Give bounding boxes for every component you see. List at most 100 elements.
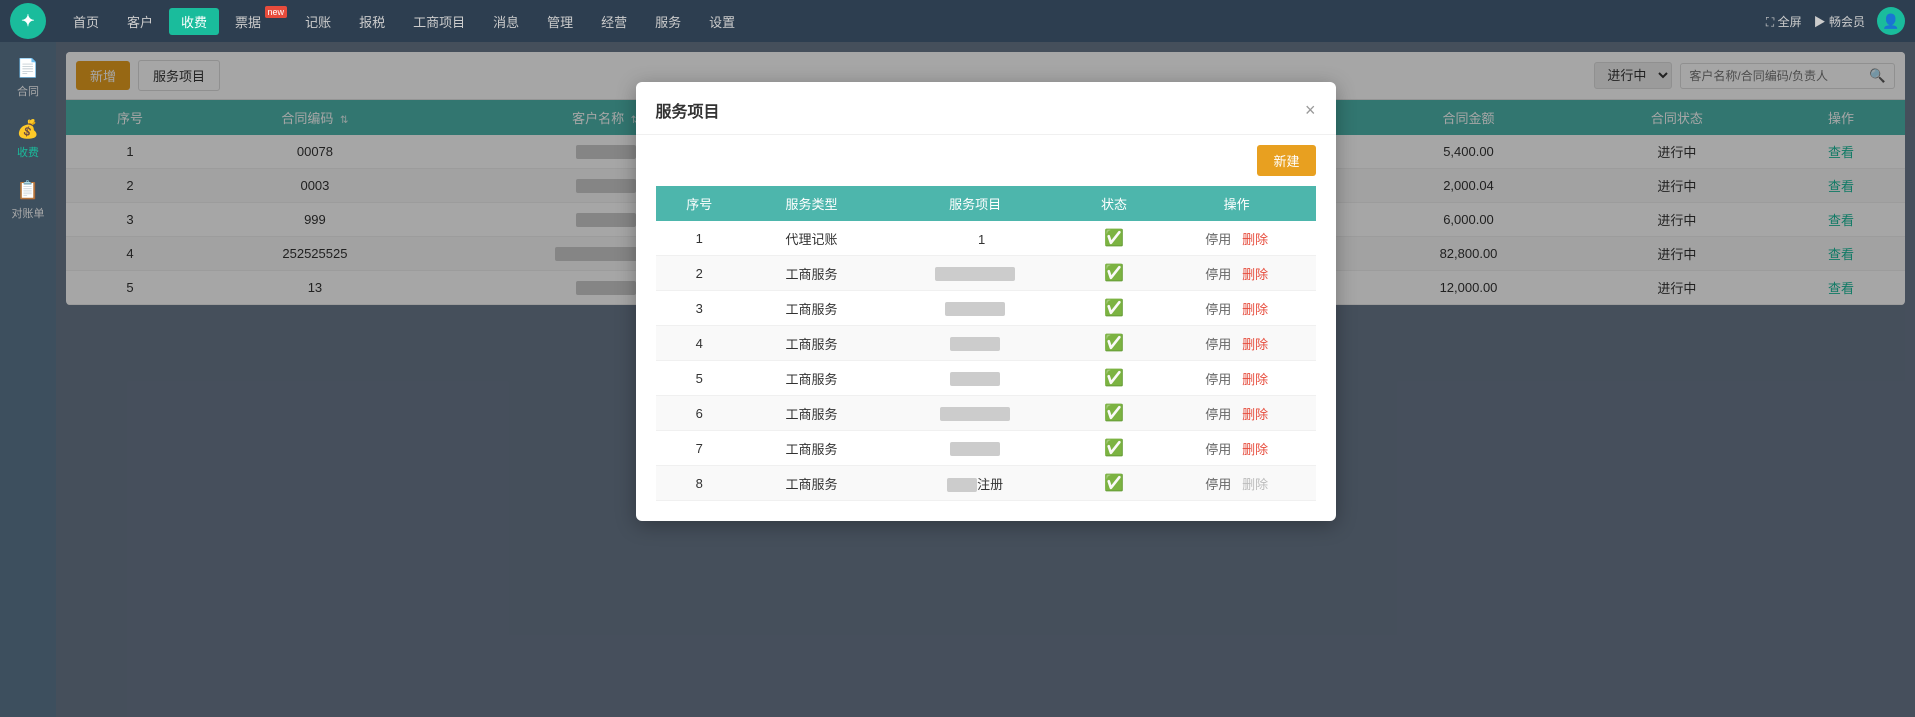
delete-button[interactable]: 删除 — [1242, 372, 1268, 387]
list-item: 7 工商服务 ██ ✅ 停用 删除 — [656, 431, 1316, 466]
list-item: 1 代理记账 1 ✅ 停用 删除 — [656, 221, 1316, 256]
stop-button[interactable]: 停用 — [1205, 372, 1231, 387]
sidebar-item-fees[interactable]: 💰 收费 — [2, 111, 54, 168]
delete-button: 删除 — [1242, 477, 1268, 492]
sidebar-item-contract[interactable]: 📄 合同 — [2, 50, 54, 107]
main-content: 新增 服务项目 进行中 已终止 全部 🔍 — [56, 42, 1915, 717]
nav-right: ⛶ 全屏 ▶ 畅会员 👤 — [1766, 7, 1905, 35]
service-modal: 服务项目 × 新建 序号 服务类型 服务项目 状态 — [636, 82, 1336, 521]
modal-row-status: ✅ — [1070, 466, 1158, 501]
nav-settings[interactable]: 设置 — [697, 8, 747, 35]
modal-row-item: █注册 — [880, 466, 1070, 501]
modal-row-index: 1 — [656, 221, 744, 256]
stop-button[interactable]: 停用 — [1205, 267, 1231, 282]
modal-col-item: 服务项目 — [880, 186, 1070, 221]
list-item: 4 工商服务 ██ ✅ 停用 删除 — [656, 326, 1316, 361]
modal-row-actions: 停用 删除 — [1158, 326, 1316, 361]
modal-row-type: 工商服务 — [743, 431, 880, 466]
app-logo: ✦ — [10, 3, 46, 39]
sidebar: 📄 合同 💰 收费 📋 对账单 — [0, 42, 56, 717]
modal-col-index: 序号 — [656, 186, 744, 221]
modal-row-index: 2 — [656, 256, 744, 291]
modal-row-actions: 停用 删除 — [1158, 291, 1316, 326]
avatar[interactable]: 👤 — [1877, 7, 1905, 35]
modal-row-actions: 停用 删除 — [1158, 396, 1316, 431]
modal-row-item: ██ — [880, 361, 1070, 396]
modal-row-type: 工商服务 — [743, 326, 880, 361]
modal-row-index: 4 — [656, 326, 744, 361]
vip-btn[interactable]: ▶ 畅会员 — [1814, 13, 1865, 30]
delete-button[interactable]: 删除 — [1242, 267, 1268, 282]
sidebar-item-reconcile[interactable]: 📋 对账单 — [2, 172, 54, 229]
modal-row-index: 6 — [656, 396, 744, 431]
modal-row-type: 工商服务 — [743, 291, 880, 326]
modal-row-actions: 停用 删除 — [1158, 431, 1316, 466]
modal-row-index: 3 — [656, 291, 744, 326]
nav-message[interactable]: 消息 — [481, 8, 531, 35]
delete-button[interactable]: 删除 — [1242, 407, 1268, 422]
stop-button[interactable]: 停用 — [1205, 302, 1231, 317]
modal-row-index: 8 — [656, 466, 744, 501]
nav-invoice[interactable]: 票据 new — [223, 8, 289, 35]
sidebar-item-reconcile-label: 对账单 — [12, 205, 45, 221]
nav-commerce[interactable]: 工商项目 — [401, 8, 477, 35]
modal-col-action: 操作 — [1158, 186, 1316, 221]
modal-new-button[interactable]: 新建 — [1257, 145, 1315, 176]
modal-body: 新建 序号 服务类型 服务项目 状态 操作 — [636, 135, 1336, 521]
fees-icon: 💰 — [17, 119, 39, 140]
nav-customer[interactable]: 客户 — [115, 8, 165, 35]
nav-manage[interactable]: 管理 — [535, 8, 585, 35]
list-item: 3 工商服务 ███ ✅ 停用 删除 — [656, 291, 1316, 326]
contract-icon: 📄 — [17, 58, 39, 79]
delete-button[interactable]: 删除 — [1242, 302, 1268, 317]
modal-row-type: 工商服务 — [743, 361, 880, 396]
modal-row-item: ███ — [880, 291, 1070, 326]
stop-button[interactable]: 停用 — [1205, 407, 1231, 422]
stop-button[interactable]: 停用 — [1205, 337, 1231, 352]
modal-row-item: ██ — [880, 431, 1070, 466]
list-item: 6 工商服务 ████ ✅ 停用 删除 — [656, 396, 1316, 431]
stop-button[interactable]: 停用 — [1205, 442, 1231, 457]
nav-service[interactable]: 服务 — [643, 8, 693, 35]
modal-toolbar: 新建 — [656, 145, 1316, 176]
nav-items: 首页 客户 收费 票据 new 记账 报税 工商项目 消息 管理 经营 服务 设… — [61, 8, 1766, 35]
list-item: 5 工商服务 ██ ✅ 停用 删除 — [656, 361, 1316, 396]
modal-title: 服务项目 — [656, 98, 720, 122]
sidebar-item-fees-label: 收费 — [17, 144, 39, 160]
nav-tax[interactable]: 报税 — [347, 8, 397, 35]
new-badge: new — [265, 6, 288, 18]
modal-row-status: ✅ — [1070, 291, 1158, 326]
list-item: 2 工商服务 ████ ✅ 停用 删除 — [656, 256, 1316, 291]
modal-row-actions: 停用 删除 — [1158, 221, 1316, 256]
modal-row-actions: 停用 删除 — [1158, 256, 1316, 291]
reconcile-icon: 📋 — [17, 180, 39, 201]
stop-button[interactable]: 停用 — [1205, 232, 1231, 247]
modal-overlay: 服务项目 × 新建 序号 服务类型 服务项目 状态 — [56, 42, 1915, 717]
list-item: 8 工商服务 █注册 ✅ 停用 删除 — [656, 466, 1316, 501]
modal-row-type: 工商服务 — [743, 256, 880, 291]
delete-button[interactable]: 删除 — [1242, 442, 1268, 457]
sidebar-item-contract-label: 合同 — [17, 83, 39, 99]
modal-row-item: ████ — [880, 396, 1070, 431]
fullscreen-btn[interactable]: ⛶ 全屏 — [1766, 13, 1802, 30]
modal-row-item: ████ — [880, 256, 1070, 291]
modal-row-item: 1 — [880, 221, 1070, 256]
top-nav: ✦ 首页 客户 收费 票据 new 记账 报税 工商项目 消息 管理 经营 服务… — [0, 0, 1915, 42]
modal-col-type: 服务类型 — [743, 186, 880, 221]
modal-row-actions: 停用 删除 — [1158, 466, 1316, 501]
modal-close-button[interactable]: × — [1305, 100, 1316, 121]
nav-operation[interactable]: 经营 — [589, 8, 639, 35]
nav-home[interactable]: 首页 — [61, 8, 111, 35]
modal-row-type: 工商服务 — [743, 396, 880, 431]
stop-button[interactable]: 停用 — [1205, 477, 1231, 492]
delete-button[interactable]: 删除 — [1242, 232, 1268, 247]
main-layout: 📄 合同 💰 收费 📋 对账单 新增 服务项目 进行中 已终止 全部 — [0, 42, 1915, 717]
modal-row-index: 7 — [656, 431, 744, 466]
modal-row-status: ✅ — [1070, 256, 1158, 291]
nav-bookkeeping[interactable]: 记账 — [293, 8, 343, 35]
modal-table: 序号 服务类型 服务项目 状态 操作 1 代理记账 1 — [656, 186, 1316, 501]
nav-fees[interactable]: 收费 — [169, 8, 219, 35]
delete-button[interactable]: 删除 — [1242, 337, 1268, 352]
modal-row-status: ✅ — [1070, 431, 1158, 466]
modal-row-item: ██ — [880, 326, 1070, 361]
